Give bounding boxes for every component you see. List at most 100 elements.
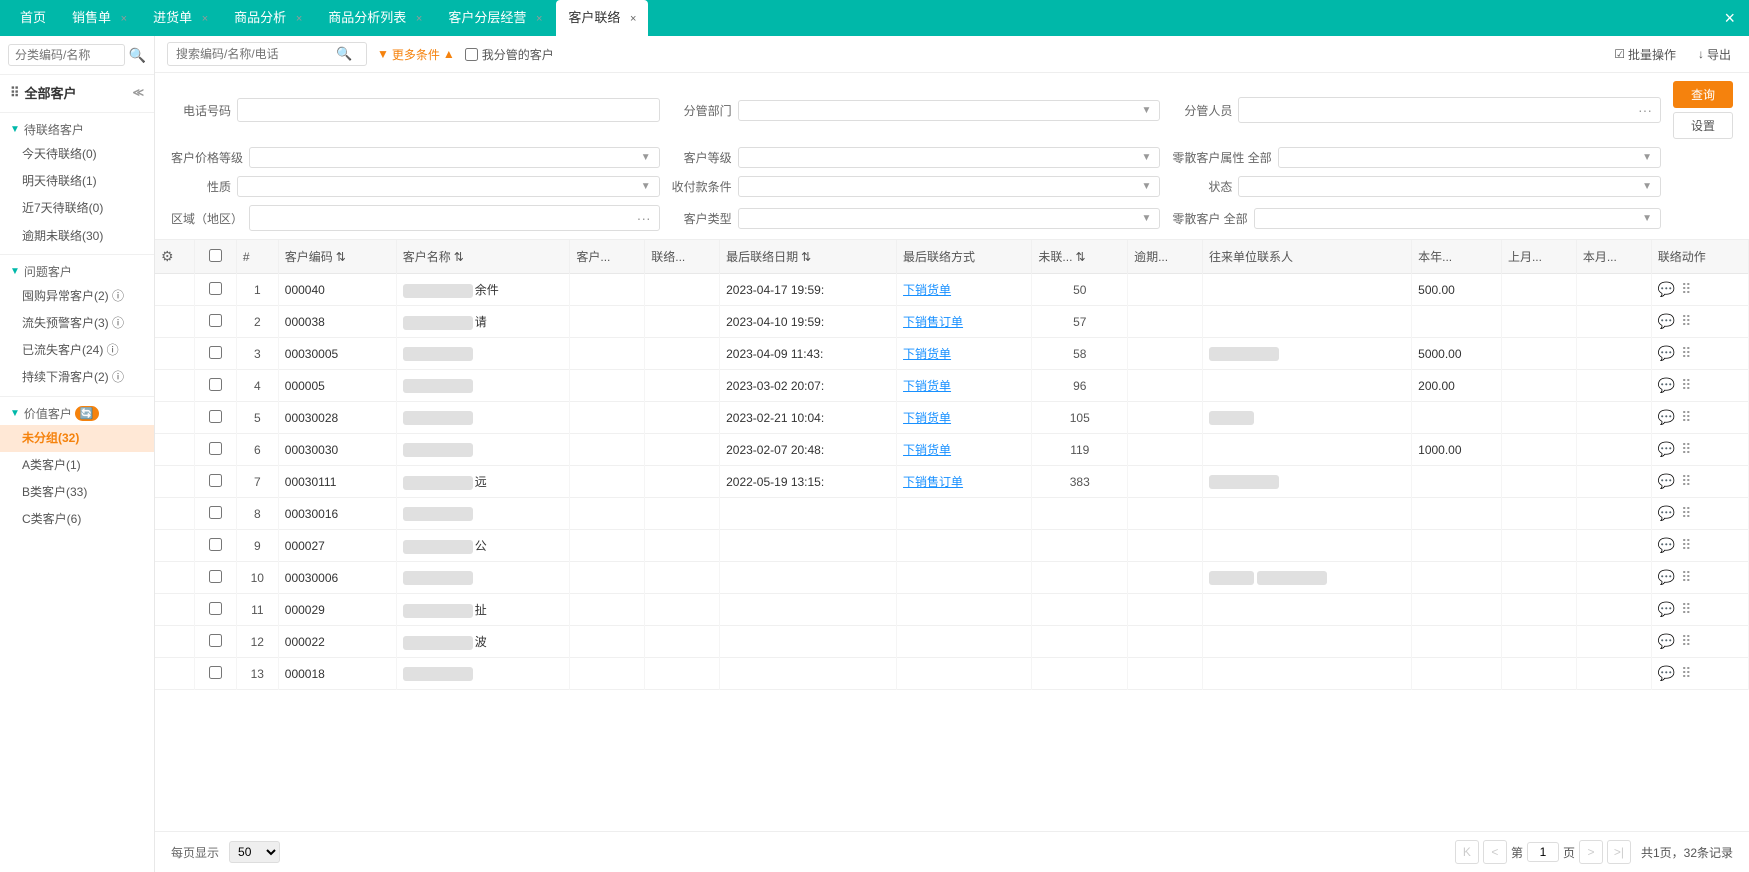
payment-select[interactable]: ▼: [738, 176, 1161, 197]
more-filter-btn[interactable]: ▼ 更多条件 ▲: [377, 46, 455, 63]
phone-input[interactable]: [237, 98, 660, 122]
cell-checkbox[interactable]: [195, 402, 236, 434]
row-checkbox[interactable]: [209, 282, 222, 295]
cell-checkbox[interactable]: [195, 466, 236, 498]
sidebar-item-b-class[interactable]: B类客户(33): [0, 479, 154, 506]
last-page-btn[interactable]: >|: [1607, 840, 1631, 864]
chat-icon[interactable]: 💬: [1658, 473, 1675, 490]
category-search-input[interactable]: [8, 44, 125, 66]
sidebar-item-ungrouped[interactable]: 未分组(32): [0, 425, 154, 452]
cell-checkbox[interactable]: [195, 370, 236, 402]
sidebar-item-7days[interactable]: 近7天待联络(0): [0, 195, 154, 222]
retail-attr-select[interactable]: ▼: [1278, 147, 1661, 168]
row-checkbox[interactable]: [209, 378, 222, 391]
col-settings[interactable]: ⚙: [155, 240, 195, 274]
sidebar-item-abnormal[interactable]: 囤购异常客户(2) ⓘ: [0, 283, 154, 310]
all-customers-header[interactable]: ⠿ 全部客户 ≪: [0, 75, 154, 108]
method-link[interactable]: 下销售订单: [903, 315, 963, 329]
cell-checkbox[interactable]: [195, 626, 236, 658]
chat-icon[interactable]: 💬: [1658, 345, 1675, 362]
close-segment-icon[interactable]: ×: [536, 13, 542, 25]
status-select[interactable]: ▼: [1238, 176, 1661, 197]
row-checkbox[interactable]: [209, 570, 222, 583]
page-number-input[interactable]: [1527, 842, 1559, 862]
sidebar-item-c-class[interactable]: C类客户(6): [0, 506, 154, 533]
nav-customer-contact[interactable]: 客户联络 ×: [556, 0, 648, 36]
more-icon[interactable]: ⠿: [1681, 281, 1691, 298]
select-all-checkbox[interactable]: [209, 249, 222, 262]
cell-checkbox[interactable]: [195, 562, 236, 594]
more-icon[interactable]: ⠿: [1681, 313, 1691, 330]
chat-icon[interactable]: 💬: [1658, 409, 1675, 426]
row-checkbox[interactable]: [209, 442, 222, 455]
nav-product-analysis[interactable]: 商品分析 ×: [222, 0, 314, 36]
row-checkbox[interactable]: [209, 410, 222, 423]
sidebar-item-lost[interactable]: 已流失客户(24) ⓘ: [0, 337, 154, 364]
sidebar-group-pending[interactable]: ▼ 待联络客户: [0, 117, 154, 141]
row-checkbox[interactable]: [209, 346, 222, 359]
retail-customer-select[interactable]: ▼: [1254, 208, 1661, 229]
nature-select[interactable]: ▼: [237, 176, 660, 197]
cell-checkbox[interactable]: [195, 338, 236, 370]
row-checkbox[interactable]: [209, 538, 222, 551]
chat-icon[interactable]: 💬: [1658, 441, 1675, 458]
close-contact-icon[interactable]: ×: [630, 13, 636, 25]
more-icon[interactable]: ⠿: [1681, 409, 1691, 426]
search-icon[interactable]: 🔍: [336, 46, 352, 62]
method-link[interactable]: 下销货单: [903, 379, 951, 393]
chat-icon[interactable]: 💬: [1658, 665, 1675, 682]
cell-checkbox[interactable]: [195, 306, 236, 338]
chat-icon[interactable]: 💬: [1658, 313, 1675, 330]
col-no-contact[interactable]: 未联...⇅: [1032, 240, 1128, 274]
row-checkbox[interactable]: [209, 666, 222, 679]
chat-icon[interactable]: 💬: [1658, 377, 1675, 394]
batch-op-btn[interactable]: ☑ 批量操作: [1608, 43, 1682, 66]
reset-button[interactable]: 设置: [1673, 112, 1733, 139]
page-size-select[interactable]: 50 100 200: [229, 841, 280, 863]
cell-checkbox[interactable]: [195, 594, 236, 626]
price-level-select[interactable]: ▼: [249, 147, 660, 168]
region-input[interactable]: ···: [249, 205, 660, 231]
more-icon[interactable]: ⠿: [1681, 665, 1691, 682]
customer-type-select[interactable]: ▼: [738, 208, 1161, 229]
customer-level-select[interactable]: ▼: [738, 147, 1161, 168]
cell-checkbox[interactable]: [195, 498, 236, 530]
more-icon[interactable]: ⠿: [1681, 601, 1691, 618]
close-sales-icon[interactable]: ×: [121, 13, 127, 25]
chat-icon[interactable]: 💬: [1658, 537, 1675, 554]
row-checkbox[interactable]: [209, 602, 222, 615]
cell-checkbox[interactable]: [195, 658, 236, 690]
next-page-btn[interactable]: >: [1579, 840, 1603, 864]
sidebar-item-declining[interactable]: 持续下滑客户(2) ⓘ: [0, 364, 154, 391]
method-link[interactable]: 下销售订单: [903, 475, 963, 489]
search-input[interactable]: [176, 47, 336, 61]
more-icon[interactable]: ⠿: [1681, 633, 1691, 650]
more-icon[interactable]: ⠿: [1681, 441, 1691, 458]
more-icon[interactable]: ⠿: [1681, 537, 1691, 554]
dept-select[interactable]: ▼: [738, 100, 1161, 121]
row-checkbox[interactable]: [209, 634, 222, 647]
nav-sales[interactable]: 销售单 ×: [60, 0, 139, 36]
more-icon[interactable]: ⠿: [1681, 473, 1691, 490]
sidebar-item-overdue[interactable]: 逾期未联络(30): [0, 223, 154, 250]
close-analysis-icon[interactable]: ×: [296, 13, 302, 25]
cell-checkbox[interactable]: [195, 530, 236, 562]
person-select[interactable]: ···: [1238, 97, 1661, 123]
sidebar-group-value[interactable]: ▼ 价值客户 🔄: [0, 401, 154, 425]
col-checkbox[interactable]: [195, 240, 236, 274]
row-checkbox[interactable]: [209, 314, 222, 327]
nav-product-list[interactable]: 商品分析列表 ×: [316, 0, 434, 36]
col-code[interactable]: 客户编码⇅: [278, 240, 396, 274]
more-icon[interactable]: ⠿: [1681, 569, 1691, 586]
more-icon[interactable]: ⠿: [1681, 377, 1691, 394]
close-purchase-icon[interactable]: ×: [202, 13, 208, 25]
my-customers-checkbox[interactable]: 我分管的客户: [465, 46, 554, 63]
col-name[interactable]: 客户名称⇅: [396, 240, 570, 274]
method-link[interactable]: 下销货单: [903, 347, 951, 361]
sidebar-item-a-class[interactable]: A类客户(1): [0, 452, 154, 479]
category-search-icon[interactable]: 🔍: [129, 47, 146, 64]
my-customers-check[interactable]: [465, 48, 478, 61]
method-link[interactable]: 下销货单: [903, 411, 951, 425]
col-last-date[interactable]: 最后联络日期⇅: [720, 240, 897, 274]
window-close-button[interactable]: ×: [1718, 8, 1741, 29]
